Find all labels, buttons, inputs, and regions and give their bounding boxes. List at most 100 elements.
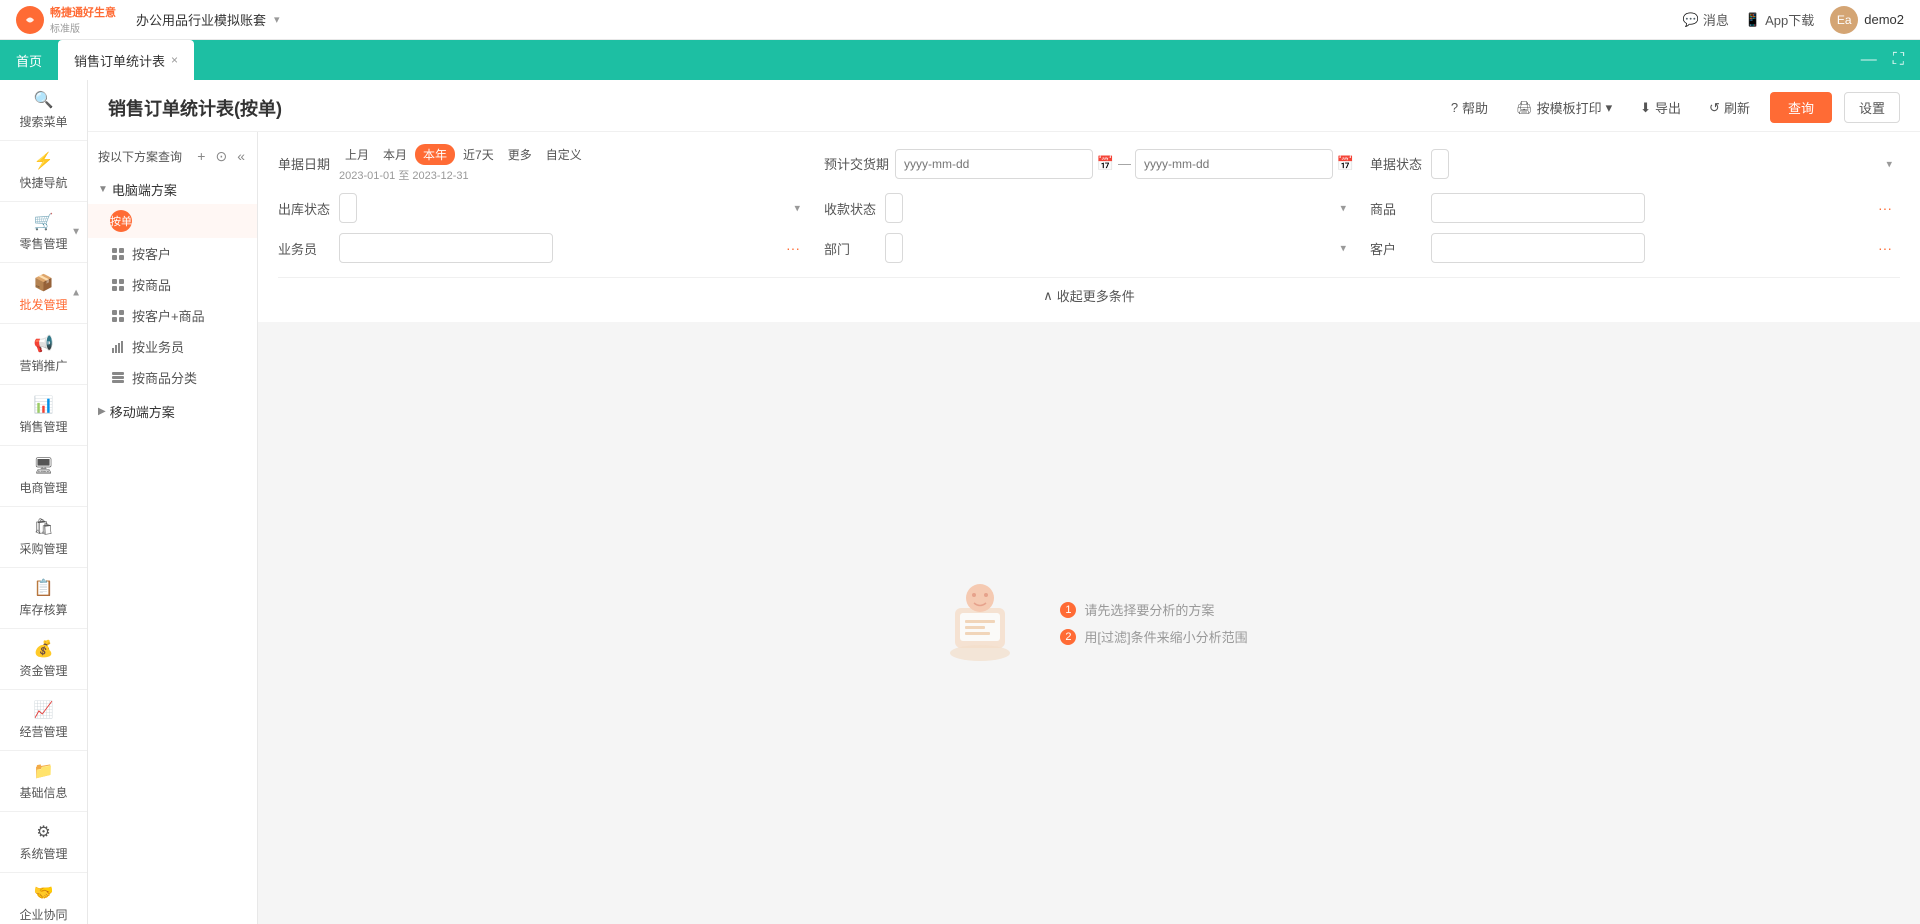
filter-expected-date: 预计交货期 📅 — 📅 <box>824 144 1354 183</box>
sidebar-item-ecommerce[interactable]: 🖥 电商管理 <box>0 446 87 507</box>
scheme-header: 按以下方案查询 + ⊙ « <box>88 142 257 175</box>
expected-date-range: 📅 — 📅 <box>895 149 1354 179</box>
logo-area: 畅捷通好生意 标准版 <box>16 4 116 35</box>
customer-more-icon[interactable]: ··· <box>1878 240 1892 256</box>
sidebar-item-finance[interactable]: 💰 资金管理 <box>0 629 87 690</box>
tab-sales-order-stat[interactable]: 销售订单统计表 × <box>58 40 194 80</box>
goods-input[interactable] <box>1431 193 1645 223</box>
sidebar-item-search[interactable]: 🔍 搜索菜单 <box>0 80 87 141</box>
print-dropdown-icon: ▾ <box>1606 100 1613 116</box>
expected-date-start[interactable] <box>895 149 1093 179</box>
calendar-end-icon[interactable]: 📅 <box>1337 155 1354 172</box>
tab-bar: 首页 销售订单统计表 × — ⛶ <box>0 40 1920 80</box>
sidebar-item-inventory[interactable]: 📋 库存核算 <box>0 568 87 629</box>
export-button[interactable]: ⬇ 导出 <box>1632 94 1689 121</box>
sidebar-item-purchase[interactable]: 🛍 采购管理 <box>0 507 87 568</box>
sidebar-item-marketing[interactable]: 📢 营销推广 <box>0 324 87 385</box>
filter-goods: 商品 ··· <box>1370 193 1900 223</box>
basic-info-icon: 📁 <box>34 761 54 781</box>
dropdown-arrow-icon[interactable]: ▾ <box>274 13 280 26</box>
wholesale-icon: 📦 <box>34 273 54 293</box>
date-quick-last-month[interactable]: 上月 <box>339 144 375 165</box>
pay-status-label: 收款状态 <box>824 199 879 218</box>
tab-home[interactable]: 首页 <box>0 40 58 80</box>
salesman-input[interactable] <box>339 233 553 263</box>
retail-arrow-icon: ▼ <box>71 227 81 238</box>
sidebar-item-operations[interactable]: 📈 经营管理 <box>0 690 87 751</box>
filter-delivery-status: 出库状态 <box>278 193 808 223</box>
sidebar-item-basic-info[interactable]: 📁 基础信息 <box>0 751 87 812</box>
scheme-goods-icon <box>110 277 126 293</box>
sidebar-item-corp-collab[interactable]: 🤝 企业协同 <box>0 873 87 924</box>
tab-close-icon[interactable]: × <box>171 53 178 67</box>
search-icon: 🔍 <box>34 90 54 110</box>
date-quick-more[interactable]: 更多 <box>502 144 538 165</box>
calendar-start-icon[interactable]: 📅 <box>1097 155 1114 172</box>
scheme-item-by-order[interactable]: 按单 <box>88 204 257 238</box>
scheme-edit-icon[interactable]: ⊙ <box>213 146 229 167</box>
help-button[interactable]: ? 帮助 <box>1443 94 1496 121</box>
top-header: 畅捷通好生意 标准版 办公用品行业模拟账套 ▾ 💬 消息 📱 App下载 Ea … <box>0 0 1920 40</box>
date-quick-buttons: 上月 本月 本年 近7天 更多 自定义 <box>339 144 808 165</box>
finance-icon: 💰 <box>34 639 54 659</box>
purchase-icon: 🛍 <box>33 517 53 537</box>
scheme-mobile-group[interactable]: ▶ 移动端方案 <box>88 397 257 426</box>
date-quick-custom[interactable]: 自定义 <box>540 144 588 165</box>
page-actions: ? 帮助 🖨 按模板打印 ▾ ⬇ 导出 ↺ 刷新 查询 设置 <box>1443 92 1900 123</box>
scheme-collapse-icon[interactable]: « <box>235 146 247 167</box>
filter-doc-status: 单据状态 <box>1370 144 1900 183</box>
header-left: 畅捷通好生意 标准版 办公用品行业模拟账套 ▾ <box>16 4 280 35</box>
settings-button[interactable]: 设置 <box>1844 92 1900 123</box>
doc-status-label: 单据状态 <box>1370 154 1425 173</box>
app-download-button[interactable]: 📱 App下载 <box>1745 10 1814 29</box>
sidebar-item-sales[interactable]: 📊 销售管理 <box>0 385 87 446</box>
salesman-more-icon[interactable]: ··· <box>786 240 800 256</box>
scheme-item-by-customer[interactable]: 按客户 <box>88 238 257 269</box>
date-quick-this-year[interactable]: 本年 <box>415 144 455 165</box>
sidebar-item-quick-nav[interactable]: ⚡ 快捷导航 <box>0 141 87 202</box>
scheme-item-by-goods[interactable]: 按商品 <box>88 269 257 300</box>
page-title-top: 办公用品行业模拟账套 <box>136 10 266 29</box>
scheme-pc-group-header[interactable]: ▼ 电脑端方案 <box>88 175 257 204</box>
empty-tip-1-text: 请先选择要分析的方案 <box>1084 600 1214 619</box>
refresh-button[interactable]: ↺ 刷新 <box>1701 94 1758 121</box>
empty-tips: 1 请先选择要分析的方案 2 用[过滤]条件来缩小分析范围 <box>1060 600 1247 646</box>
delivery-status-select[interactable] <box>339 193 357 223</box>
message-button[interactable]: 💬 消息 <box>1683 10 1729 29</box>
user-menu[interactable]: Ea demo2 <box>1830 6 1904 34</box>
date-quick-this-month[interactable]: 本月 <box>377 144 413 165</box>
sidebar-item-retail[interactable]: 🛒 零售管理 ▼ <box>0 202 87 263</box>
marketing-icon: 📢 <box>34 334 54 354</box>
collapse-up-icon: ∧ <box>1043 288 1053 304</box>
ecommerce-icon: 🖥 <box>33 456 53 476</box>
query-button[interactable]: 查询 <box>1770 92 1832 123</box>
collapse-section: ∧ 收起更多条件 <box>278 277 1900 305</box>
scheme-item-by-salesman[interactable]: 按业务员 <box>88 331 257 362</box>
sidebar-item-system[interactable]: ⚙ 系统管理 <box>0 812 87 873</box>
delivery-status-label: 出库状态 <box>278 199 333 218</box>
scheme-item-by-category[interactable]: 按商品分类 <box>88 362 257 393</box>
filter-row-3: 业务员 ··· 部门 <box>278 233 1900 263</box>
scheme-add-icon[interactable]: + <box>195 146 207 167</box>
pay-status-select[interactable] <box>885 193 903 223</box>
expected-date-label: 预计交货期 <box>824 154 889 173</box>
goods-more-icon[interactable]: ··· <box>1878 200 1892 216</box>
date-separator: — <box>1118 156 1131 171</box>
customer-input[interactable] <box>1431 233 1645 263</box>
customer-input-wrapper: ··· <box>1431 233 1900 263</box>
dept-select[interactable] <box>885 233 903 263</box>
sidebar-item-wholesale[interactable]: 📦 批发管理 ▲ <box>0 263 87 324</box>
salesman-label: 业务员 <box>278 239 333 258</box>
date-quick-7days[interactable]: 近7天 <box>457 144 500 165</box>
date-label: 单据日期 <box>278 154 333 173</box>
doc-status-select[interactable] <box>1431 149 1449 179</box>
delivery-status-select-wrapper <box>339 193 808 223</box>
print-icon: 🖨 <box>1516 100 1533 116</box>
scheme-item-by-customer-goods[interactable]: 按客户+商品 <box>88 300 257 331</box>
tab-maximize-icon[interactable]: ⛶ <box>1889 47 1908 73</box>
tab-minimize-icon[interactable]: — <box>1857 47 1881 73</box>
collapse-button[interactable]: ∧ 收起更多条件 <box>1043 286 1135 305</box>
expected-date-end[interactable] <box>1135 149 1333 179</box>
print-button[interactable]: 🖨 按模板打印 ▾ <box>1508 94 1620 121</box>
scheme-sidebar: 按以下方案查询 + ⊙ « ▼ 电脑端方案 按单 <box>88 132 258 924</box>
